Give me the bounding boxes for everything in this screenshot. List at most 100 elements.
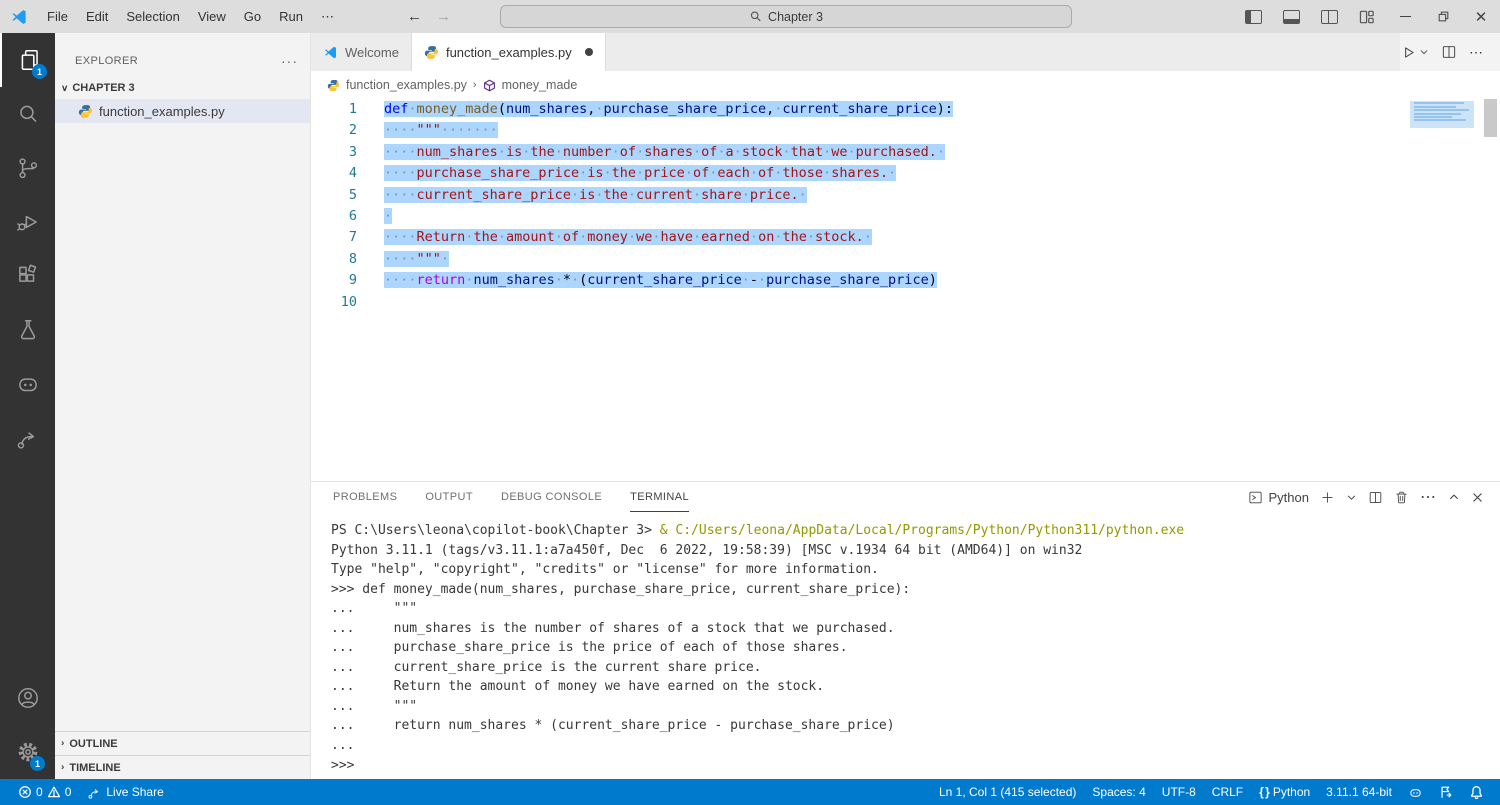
python-icon [78, 104, 93, 118]
run-and-debug-icon [16, 215, 37, 231]
split-icon [1369, 491, 1382, 503]
activity-testing-button[interactable] [0, 303, 55, 357]
toggle-sidebar-icon[interactable] [1234, 0, 1272, 33]
code-line-text: ····current_share_price·is·the·current·s… [384, 186, 807, 203]
activity-explorer-button[interactable]: 1 [0, 33, 57, 87]
code-editor[interactable]: 1 def·money_made(num_shares,·purchase_sha… [311, 99, 1500, 481]
cursor-position[interactable]: Ln 1, Col 1 (415 selected) [931, 779, 1084, 805]
problems-indicator[interactable]: 0 0 [10, 779, 79, 805]
breadcrumb-file[interactable]: function_examples.py [346, 78, 467, 92]
code-line[interactable]: 10 [311, 292, 1500, 313]
toggle-secondary-sidebar-icon[interactable] [1310, 0, 1348, 33]
encoding-setting[interactable]: UTF-8 [1154, 779, 1204, 805]
activity-copilot-button[interactable] [0, 357, 55, 411]
split-terminal-button[interactable] [1368, 490, 1383, 505]
tab-welcome[interactable]: Welcome [311, 33, 412, 71]
file-name: function_examples.py [99, 103, 225, 119]
code-line[interactable]: 9 ····return·num_shares·*·(current_share_… [311, 270, 1500, 291]
chevron-right-icon: › [61, 738, 65, 749]
go-forward-button[interactable]: → [436, 8, 451, 25]
split-editor-button[interactable] [1441, 44, 1457, 60]
menu-view[interactable]: View [189, 6, 235, 28]
toggle-panel-icon[interactable] [1272, 0, 1310, 33]
minimap[interactable] [1410, 101, 1474, 128]
tab-function-examples[interactable]: function_examples.py [411, 33, 606, 71]
bottom-panel: PROBLEMS OUTPUT DEBUG CONSOLE TERMINAL P… [311, 481, 1500, 779]
live-share-button[interactable]: Live Share [79, 779, 171, 805]
braces-icon: { } [1259, 785, 1270, 799]
modified-dot-icon[interactable] [584, 48, 593, 56]
activity-extensions-button[interactable] [0, 249, 55, 303]
file-function-examples[interactable]: function_examples.py [55, 99, 310, 123]
line-number: 3 [348, 143, 357, 160]
activity-search-button[interactable] [0, 87, 55, 141]
explorer-sidebar: EXPLORER ··· ∨ CHAPTER 3 function_exampl… [55, 33, 311, 779]
indentation-setting[interactable]: Spaces: 4 [1084, 779, 1153, 805]
menu-run[interactable]: Run [270, 6, 312, 28]
terminal-line: ... Return the amount of money we have e… [331, 679, 825, 695]
menu-file[interactable]: File [38, 6, 77, 28]
tab-terminal[interactable]: TERMINAL [630, 482, 689, 512]
panel-more-actions-button[interactable]: ⋯ [1420, 487, 1437, 507]
eol-setting[interactable]: CRLF [1204, 779, 1251, 805]
outline-section[interactable]: › OUTLINE [55, 731, 310, 755]
activity-source-control-button[interactable] [0, 141, 55, 195]
new-terminal-button[interactable] [1320, 490, 1335, 505]
activity-live-share-button[interactable] [0, 411, 55, 465]
breadcrumb-symbol[interactable]: money_made [502, 78, 578, 92]
panel-header: PROBLEMS OUTPUT DEBUG CONSOLE TERMINAL P… [311, 482, 1500, 512]
restore-button[interactable] [1424, 0, 1462, 33]
copilot-status-button[interactable] [1400, 779, 1431, 805]
terminal-line: >>> [331, 757, 355, 773]
search-icon [749, 10, 762, 23]
editor-more-actions-button[interactable]: ⋯ [1469, 44, 1484, 61]
testing-icon [20, 320, 35, 340]
go-back-button[interactable]: ← [407, 8, 422, 25]
code-line[interactable]: 5 ····current_share_price·is·the·current·… [311, 185, 1500, 206]
vscode-icon [325, 46, 336, 58]
chevron-down-icon [1420, 50, 1428, 54]
python-icon [424, 45, 439, 59]
minimize-button[interactable] [1386, 0, 1424, 33]
feedback-button[interactable] [1431, 779, 1461, 805]
code-line[interactable]: 1 def·money_made(num_shares,·purchase_sha… [311, 99, 1500, 120]
explorer-badge: 1 [32, 64, 47, 79]
line-number: 5 [348, 186, 357, 203]
maximize-panel-button[interactable] [1448, 491, 1460, 503]
kill-terminal-button[interactable] [1394, 490, 1409, 505]
terminal-profile[interactable]: Python [1248, 490, 1309, 505]
command-center-search[interactable]: Chapter 3 [500, 5, 1072, 28]
notifications-button[interactable] [1461, 779, 1492, 805]
code-line-text: ····purchase_share_price·is·the·price·of… [384, 165, 897, 182]
menu-selection[interactable]: Selection [117, 6, 188, 28]
language-mode[interactable]: { } Python [1251, 779, 1318, 805]
editor-scrollbar[interactable] [1484, 99, 1497, 137]
menu-more[interactable]: ⋯ [312, 6, 343, 28]
code-line[interactable]: 6 · [311, 206, 1500, 227]
tab-output[interactable]: OUTPUT [425, 482, 473, 512]
python-interpreter[interactable]: 3.11.1 64-bit [1318, 779, 1400, 805]
settings-button[interactable]: 1 [0, 725, 55, 779]
code-line[interactable]: 4 ····purchase_share_price·is·the·price·o… [311, 163, 1500, 184]
explorer-more-actions-icon[interactable]: ··· [281, 53, 298, 69]
run-button[interactable] [1400, 44, 1429, 61]
terminal-output[interactable]: PS C:\Users\leona\copilot-book\Chapter 3… [311, 512, 1500, 779]
terminal-dropdown-button[interactable] [1346, 492, 1357, 503]
menu-edit[interactable]: Edit [77, 6, 117, 28]
tab-debug-console[interactable]: DEBUG CONSOLE [501, 482, 602, 512]
close-panel-button[interactable] [1471, 491, 1484, 504]
tab-problems[interactable]: PROBLEMS [333, 482, 397, 512]
timeline-section[interactable]: › TIMELINE [55, 755, 310, 779]
accounts-button[interactable] [0, 671, 55, 725]
settings-badge: 1 [30, 756, 45, 771]
command-center-label: Chapter 3 [768, 9, 823, 24]
activity-run-debug-button[interactable] [0, 195, 55, 249]
code-line[interactable]: 3 ····num_shares·is·the·number·of·shares·… [311, 142, 1500, 163]
code-line[interactable]: 7 ····Return·the·amount·of·money·we·have·… [311, 227, 1500, 248]
customize-layout-icon[interactable] [1348, 0, 1386, 33]
code-line[interactable]: 2 ····"""······· [311, 120, 1500, 141]
menu-go[interactable]: Go [235, 6, 270, 28]
folder-chapter-3[interactable]: ∨ CHAPTER 3 [55, 77, 310, 99]
close-window-button[interactable]: ✕ [1462, 0, 1500, 33]
code-line[interactable]: 8 ····"""· [311, 249, 1500, 270]
